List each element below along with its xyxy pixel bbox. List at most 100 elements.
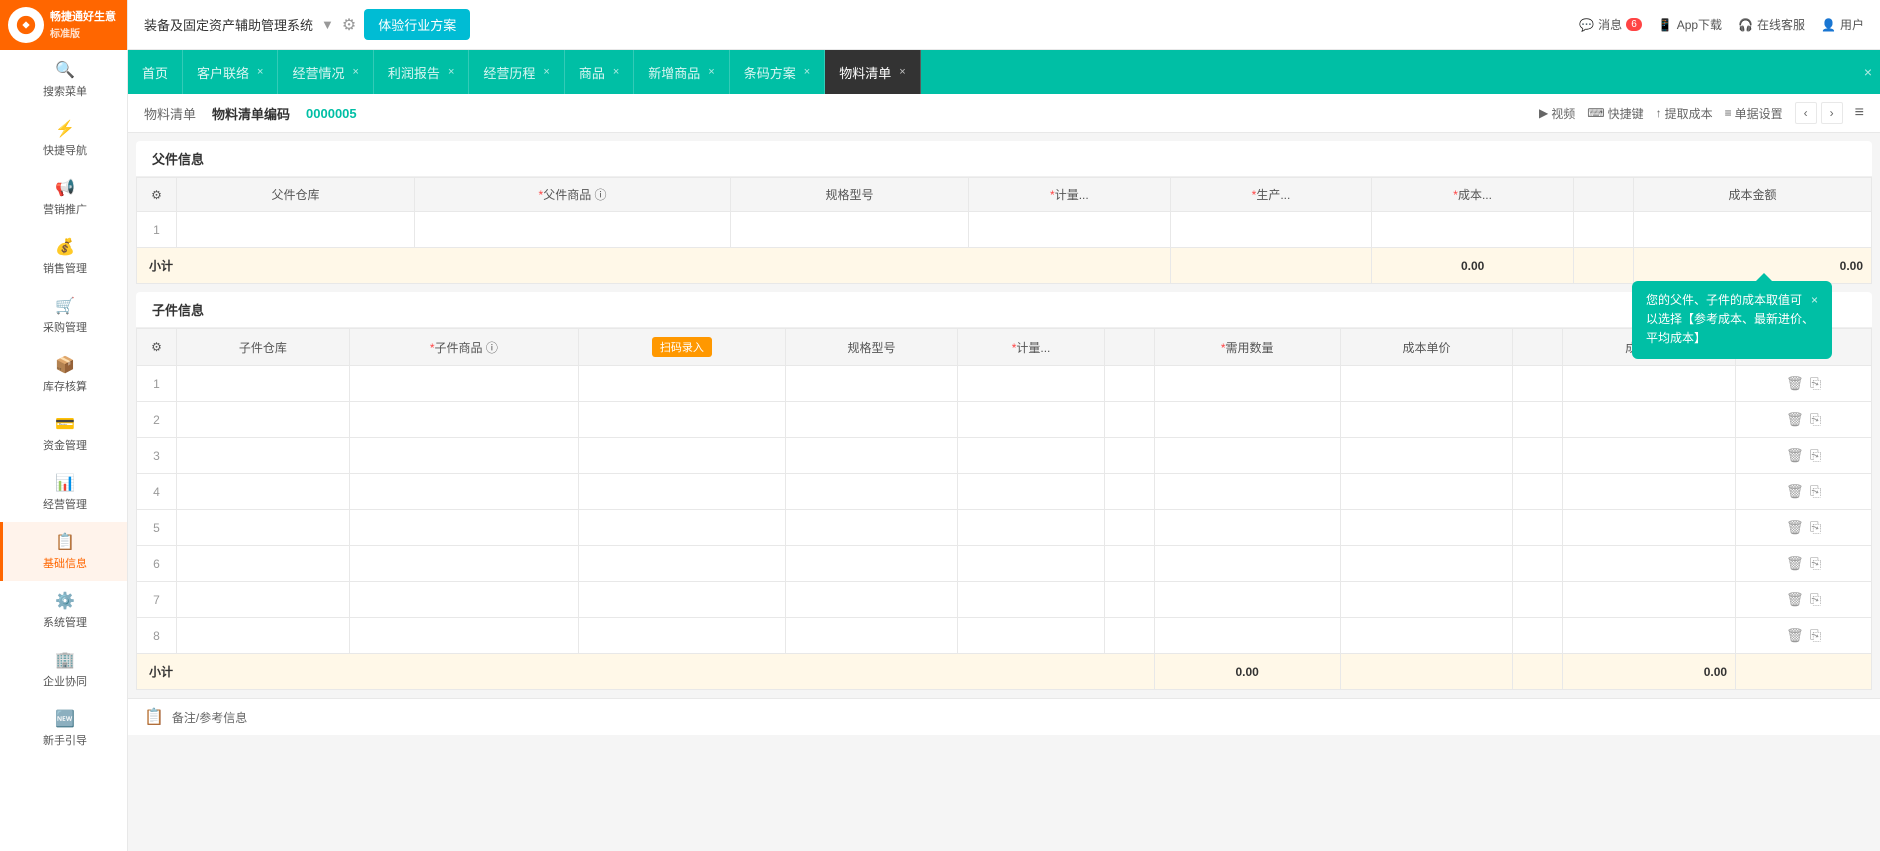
child-row-8-copy-btn[interactable]: ⎘ xyxy=(1810,627,1821,644)
child-row-6-goods[interactable] xyxy=(349,546,578,582)
scan-input-btn[interactable]: 扫码录入 xyxy=(652,337,712,357)
tab-history[interactable]: 经营历程 × xyxy=(469,50,564,94)
child-row-2-spec[interactable] xyxy=(785,402,958,438)
tab-business-close[interactable]: × xyxy=(352,66,358,78)
child-row-2-copy-btn[interactable]: ⎘ xyxy=(1810,411,1821,428)
parent-row-1-warehouse[interactable] xyxy=(177,212,415,248)
child-row-4-unit[interactable] xyxy=(958,474,1104,510)
child-row-6-copy-btn[interactable]: ⎘ xyxy=(1810,555,1821,572)
child-row-2-warehouse[interactable] xyxy=(177,402,350,438)
tab-bom[interactable]: 物料清单 × xyxy=(825,50,920,94)
child-row-1-unit-cost[interactable] xyxy=(1340,366,1513,402)
child-row-6-delete-btn[interactable]: 🗑 xyxy=(1786,555,1804,572)
experience-btn[interactable]: 体验行业方案 xyxy=(364,9,470,40)
child-row-1-unit[interactable] xyxy=(958,366,1104,402)
child-row-3-copy-btn[interactable]: ⎘ xyxy=(1810,447,1821,464)
child-row-7-unit[interactable] xyxy=(958,582,1104,618)
app-download-item[interactable]: 📱 App下载 xyxy=(1658,16,1722,33)
child-row-7-warehouse[interactable] xyxy=(177,582,350,618)
child-row-2-delete-btn[interactable]: 🗑 xyxy=(1786,411,1804,428)
child-row-1-needed-qty[interactable] xyxy=(1154,366,1340,402)
parent-row-1-unit[interactable] xyxy=(969,212,1171,248)
child-row-8-goods[interactable] xyxy=(349,618,578,654)
child-row-4-warehouse[interactable] xyxy=(177,474,350,510)
sidebar-item-sales[interactable]: 💰 销售管理 xyxy=(0,227,127,286)
sidebar-item-inventory[interactable]: 📦 库存核算 xyxy=(0,345,127,404)
child-row-8-unit[interactable] xyxy=(958,618,1104,654)
tooltip-close-btn[interactable]: × xyxy=(1811,291,1818,310)
child-row-4-needed-qty[interactable] xyxy=(1154,474,1340,510)
tab-goods-close[interactable]: × xyxy=(613,66,619,78)
child-row-6-needed-qty[interactable] xyxy=(1154,546,1340,582)
tab-bom-close[interactable]: × xyxy=(899,66,905,78)
child-row-6-warehouse[interactable] xyxy=(177,546,350,582)
online-service-item[interactable]: 🎧 在线客服 xyxy=(1738,16,1805,33)
child-row-8-needed-qty[interactable] xyxy=(1154,618,1340,654)
parent-col-settings[interactable]: ⚙ xyxy=(137,178,177,212)
toolbar-doc-settings-btn[interactable]: ≡ 单据设置 xyxy=(1725,105,1783,122)
page-prev-btn[interactable]: ‹ xyxy=(1795,102,1817,124)
user-item[interactable]: 👤 用户 xyxy=(1821,16,1864,33)
message-item[interactable]: 💬 消息 6 xyxy=(1579,16,1642,33)
breadcrumb-bom[interactable]: 物料清单 xyxy=(144,104,196,123)
child-row-1-goods[interactable] xyxy=(349,366,578,402)
child-row-3-delete-btn[interactable]: 🗑 xyxy=(1786,447,1804,464)
tab-barcode[interactable]: 条码方案 × xyxy=(730,50,825,94)
child-row-5-spec[interactable] xyxy=(785,510,958,546)
child-row-2-needed-qty[interactable] xyxy=(1154,402,1340,438)
child-row-5-unit[interactable] xyxy=(958,510,1104,546)
child-row-6-unit-cost[interactable] xyxy=(1340,546,1513,582)
tab-customers-close[interactable]: × xyxy=(257,66,263,78)
child-row-6-spec[interactable] xyxy=(785,546,958,582)
child-row-7-goods[interactable] xyxy=(349,582,578,618)
tab-new-goods-close[interactable]: × xyxy=(708,66,714,78)
tab-profit[interactable]: 利润报告 × xyxy=(374,50,469,94)
sidebar-item-guide[interactable]: 🆕 新手引导 xyxy=(0,699,127,758)
child-row-7-delete-btn[interactable]: 🗑 xyxy=(1786,591,1804,608)
sidebar-item-search[interactable]: 🔍 搜索菜单 xyxy=(0,50,127,109)
child-row-4-copy-btn[interactable]: ⎘ xyxy=(1810,483,1821,500)
settings-icon[interactable]: ⚙ xyxy=(342,15,356,35)
child-row-5-warehouse[interactable] xyxy=(177,510,350,546)
system-dropdown-icon[interactable]: ▼ xyxy=(321,17,334,32)
parent-row-1-spec[interactable] xyxy=(731,212,969,248)
child-row-8-delete-btn[interactable]: 🗑 xyxy=(1786,627,1804,644)
tab-history-close[interactable]: × xyxy=(543,66,549,78)
child-row-8-spec[interactable] xyxy=(785,618,958,654)
child-row-8-unit-cost[interactable] xyxy=(1340,618,1513,654)
parent-row-1-production[interactable] xyxy=(1170,212,1372,248)
child-row-4-goods[interactable] xyxy=(349,474,578,510)
sidebar-item-purchase[interactable]: 🛒 采购管理 xyxy=(0,286,127,345)
page-next-btn[interactable]: › xyxy=(1821,102,1843,124)
child-row-1-delete-btn[interactable]: 🗑 xyxy=(1786,375,1804,392)
child-row-8-warehouse[interactable] xyxy=(177,618,350,654)
tab-business[interactable]: 经营情况 × xyxy=(278,50,373,94)
child-row-6-unit[interactable] xyxy=(958,546,1104,582)
child-row-5-unit-cost[interactable] xyxy=(1340,510,1513,546)
toolbar-extract-cost-btn[interactable]: ↑ 提取成本 xyxy=(1656,105,1713,122)
parent-row-1-goods[interactable] xyxy=(415,212,731,248)
sidebar-item-basic-info[interactable]: 📋 基础信息 xyxy=(0,522,127,581)
child-row-2-unit-cost[interactable] xyxy=(1340,402,1513,438)
child-row-2-unit[interactable] xyxy=(958,402,1104,438)
child-row-1-copy-btn[interactable]: ⎘ xyxy=(1810,375,1821,392)
toolbar-video-btn[interactable]: ▶ 视频 xyxy=(1539,105,1575,122)
child-row-4-unit-cost[interactable] xyxy=(1340,474,1513,510)
tab-new-goods[interactable]: 新增商品 × xyxy=(634,50,729,94)
child-row-7-copy-btn[interactable]: ⎘ xyxy=(1810,591,1821,608)
child-row-5-delete-btn[interactable]: 🗑 xyxy=(1786,519,1804,536)
child-row-3-warehouse[interactable] xyxy=(177,438,350,474)
parent-row-1-cost[interactable] xyxy=(1372,212,1574,248)
child-row-7-spec[interactable] xyxy=(785,582,958,618)
child-row-7-needed-qty[interactable] xyxy=(1154,582,1340,618)
child-row-5-needed-qty[interactable] xyxy=(1154,510,1340,546)
child-row-3-unit-cost[interactable] xyxy=(1340,438,1513,474)
child-row-1-warehouse[interactable] xyxy=(177,366,350,402)
child-row-3-spec[interactable] xyxy=(785,438,958,474)
tab-customers[interactable]: 客户联络 × xyxy=(183,50,278,94)
grid-view-icon[interactable]: ≡ xyxy=(1855,104,1864,122)
child-row-2-goods[interactable] xyxy=(349,402,578,438)
child-row-5-copy-btn[interactable]: ⎘ xyxy=(1810,519,1821,536)
sidebar-item-system[interactable]: ⚙️ 系统管理 xyxy=(0,581,127,640)
sidebar-item-finance[interactable]: 💳 资金管理 xyxy=(0,404,127,463)
